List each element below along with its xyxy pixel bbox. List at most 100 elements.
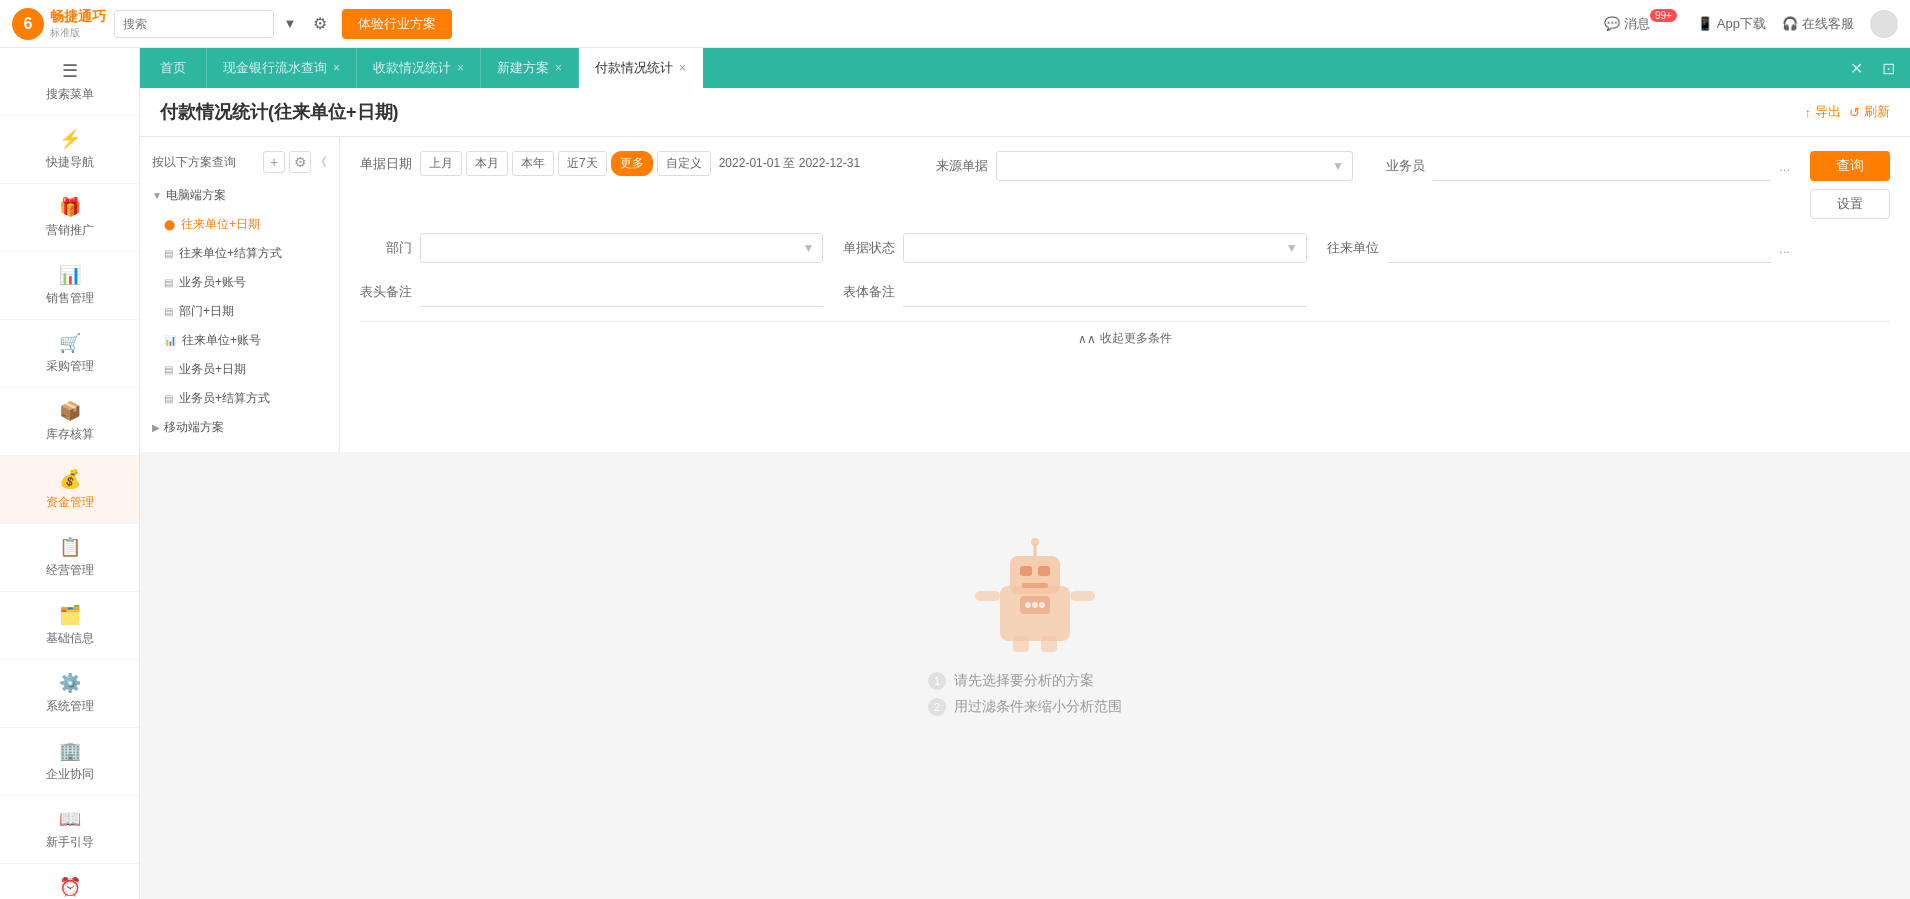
filter-settings-btn[interactable]: 设置	[1810, 189, 1890, 219]
online-service-action[interactable]: 🎧 在线客服	[1782, 15, 1854, 33]
dept-select[interactable]: ▼	[420, 233, 823, 263]
table-body-input[interactable]	[903, 277, 1306, 307]
scheme-collapse-btn[interactable]: 《	[315, 154, 327, 171]
tab-new-plan[interactable]: 新建方案 ×	[481, 48, 579, 88]
app-download-action[interactable]: 📱 App下载	[1697, 15, 1766, 33]
tab-pay-stats[interactable]: 付款情况统计 ×	[579, 48, 703, 88]
source-bill-select[interactable]: ▼	[996, 151, 1353, 181]
sidebar-item-enterprise[interactable]: 🏢 企业协同	[0, 728, 139, 796]
filter-row-3: 表头备注 表体备注	[360, 277, 1890, 307]
tab-payment-stats-close[interactable]: ×	[457, 61, 464, 75]
sidebar-label-purchase: 采购管理	[46, 358, 94, 375]
svg-rect-3	[1038, 566, 1050, 576]
table-header-input[interactable]	[420, 277, 823, 307]
dept-field: 部门 ▼	[360, 233, 823, 263]
source-bill-label: 来源单据	[936, 157, 988, 175]
messages-action[interactable]: 💬 消息 99+	[1604, 15, 1681, 33]
filter-row-2: 部门 ▼ 单据状态 ▼	[360, 233, 1890, 263]
tab-pay-stats-close[interactable]: ×	[679, 61, 686, 75]
sidebar-label-finance: 资金管理	[46, 494, 94, 511]
empty-tip-1: 1 请先选择要分析的方案	[928, 672, 1122, 690]
scheme-add-btn[interactable]: +	[263, 151, 285, 173]
date-btn-this-year[interactable]: 本年	[512, 151, 554, 176]
export-btn[interactable]: ↑ 导出	[1805, 103, 1842, 121]
svg-rect-7	[975, 591, 1000, 601]
bill-status-field: 单据状态 ▼	[843, 233, 1306, 263]
scheme-item-partner-settle-label: 往来单位+结算方式	[179, 245, 282, 262]
collapse-more-btn[interactable]: ∧∧ 收起更多条件	[360, 321, 1890, 355]
date-btn-last-month[interactable]: 上月	[420, 151, 462, 176]
scheme-group-mobile-header[interactable]: ▶ 移动端方案	[140, 413, 339, 442]
collapse-chevron-icon: ∧∧	[1078, 332, 1096, 346]
refresh-icon: ↺	[1849, 105, 1860, 120]
sidebar-item-search-menu[interactable]: ☰ 搜索菜单	[0, 48, 139, 116]
messages-label: 消息	[1624, 15, 1650, 33]
bill-status-select[interactable]: ▼	[903, 233, 1306, 263]
scheme-item-staff-account[interactable]: ▤ 业务员+账号	[152, 268, 339, 297]
sidebar-item-system[interactable]: ⚙️ 系统管理	[0, 660, 139, 728]
partner-dots[interactable]: ...	[1779, 241, 1790, 256]
logo-area: 6 畅捷通巧 标准版	[12, 8, 106, 40]
tip-1-text: 请先选择要分析的方案	[954, 672, 1094, 690]
header-search-input[interactable]	[114, 10, 274, 38]
header-dropdown-btn[interactable]: ▼	[278, 12, 302, 36]
tab-home[interactable]: 首页	[140, 48, 207, 88]
scheme-item-staff-settle-label: 业务员+结算方式	[179, 390, 270, 407]
tip-num-1: 1	[928, 672, 946, 690]
scheme-item-partner-account-label: 往来单位+账号	[182, 332, 261, 349]
tab-close-window-btn[interactable]: ✕	[1842, 54, 1870, 82]
enterprise-icon: 🏢	[59, 740, 81, 762]
scheme-item-partner-account[interactable]: 📊 往来单位+账号	[152, 326, 339, 355]
download-icon: 📱	[1697, 16, 1713, 31]
sidebar-item-operation[interactable]: 📋 经营管理	[0, 524, 139, 592]
app-download-label: App下载	[1717, 15, 1766, 33]
salesperson-dots[interactable]: ...	[1779, 159, 1790, 174]
scheme-group-desktop-header[interactable]: ▼ 电脑端方案	[140, 181, 339, 210]
sidebar-item-finance[interactable]: 💰 资金管理	[0, 456, 139, 524]
scheme-item-staff-settle[interactable]: ▤ 业务员+结算方式	[152, 384, 339, 413]
date-btn-7days[interactable]: 近7天	[558, 151, 607, 176]
page-header: 付款情况统计(往来单位+日期) ↑ 导出 ↺ 刷新	[140, 88, 1910, 137]
sidebar-item-sales[interactable]: 📊 销售管理	[0, 252, 139, 320]
sidebar-item-guide[interactable]: 📖 新手引导	[0, 796, 139, 864]
sidebar-item-inventory[interactable]: 📦 库存核算	[0, 388, 139, 456]
user-avatar[interactable]	[1870, 10, 1898, 38]
tab-new-plan-close[interactable]: ×	[555, 61, 562, 75]
svg-rect-9	[1013, 636, 1029, 652]
sidebar-item-hardware[interactable]: ⏰ 智能硬件	[0, 864, 139, 899]
scheme-item-partner-settle[interactable]: ▤ 往来单位+结算方式	[152, 239, 339, 268]
message-icon: 💬	[1604, 16, 1620, 31]
tab-cash-flow-close[interactable]: ×	[333, 61, 340, 75]
trial-btn[interactable]: 体验行业方案	[342, 9, 452, 39]
tab-cash-flow[interactable]: 现金银行流水查询 ×	[207, 48, 357, 88]
sidebar-item-marketing[interactable]: 🎁 营销推广	[0, 184, 139, 252]
refresh-btn[interactable]: ↺ 刷新	[1849, 103, 1890, 121]
date-btn-this-month[interactable]: 本月	[466, 151, 508, 176]
scheme-desktop-items: ⬤ 往来单位+日期 ▤ 往来单位+结算方式 ▤ 业务员+账号	[140, 210, 339, 413]
scheme-settings-btn[interactable]: ⚙	[289, 151, 311, 173]
marketing-icon: 🎁	[59, 196, 81, 218]
svg-rect-10	[1041, 636, 1057, 652]
date-btn-more[interactable]: 更多	[611, 151, 653, 176]
salesperson-input[interactable]	[1433, 151, 1771, 181]
scheme-panel: 按以下方案查询 + ⚙ 《 ▼ 电脑端方案	[140, 137, 340, 452]
sidebar-item-quick-nav[interactable]: ⚡ 快捷导航	[0, 116, 139, 184]
sidebar-item-purchase[interactable]: 🛒 采购管理	[0, 320, 139, 388]
sidebar-item-basic-info[interactable]: 🗂️ 基础信息	[0, 592, 139, 660]
scheme-item-dept-date[interactable]: ▤ 部门+日期	[152, 297, 339, 326]
partner-input[interactable]	[1387, 233, 1771, 263]
query-area: 查询 设置	[1810, 151, 1890, 219]
table-body-label: 表体备注	[843, 283, 895, 301]
header-settings-btn[interactable]: ⚙	[306, 10, 334, 38]
scheme-item-partner-date[interactable]: ⬤ 往来单位+日期	[152, 210, 339, 239]
finance-icon: 💰	[59, 468, 81, 490]
query-btn[interactable]: 查询	[1810, 151, 1890, 181]
date-btn-custom[interactable]: 自定义	[657, 151, 711, 176]
tab-bar-actions: ✕ ⊡	[1842, 54, 1910, 82]
tab-payment-stats[interactable]: 收款情况统计 ×	[357, 48, 481, 88]
bill-status-arrow: ▼	[1286, 241, 1298, 255]
sidebar-label-quick-nav: 快捷导航	[46, 154, 94, 171]
scheme-item-chart4-icon: 📊	[164, 335, 176, 346]
scheme-item-staff-date[interactable]: ▤ 业务员+日期	[152, 355, 339, 384]
tab-maximize-btn[interactable]: ⊡	[1874, 54, 1902, 82]
